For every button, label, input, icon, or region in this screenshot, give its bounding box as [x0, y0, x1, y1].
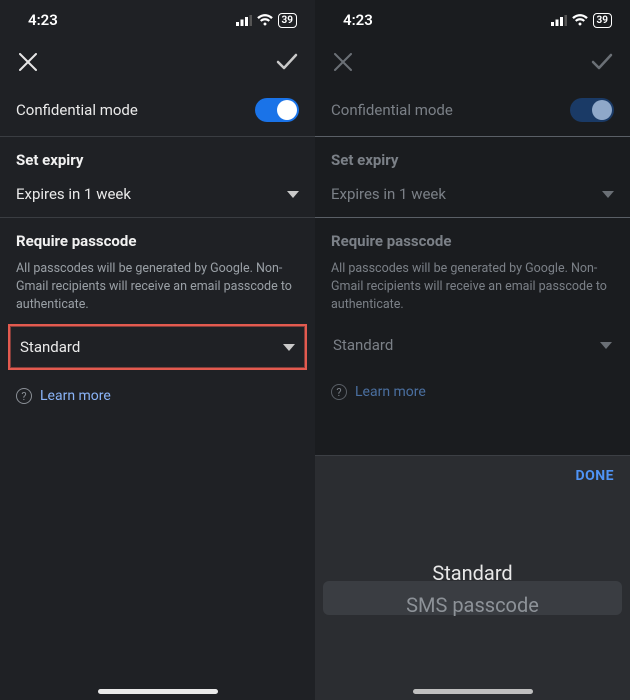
confidential-mode-label: Confidential mode [16, 101, 138, 119]
top-bar [0, 40, 315, 84]
help-icon: ? [16, 388, 32, 404]
passcode-description: All passcodes will be generated by Googl… [315, 256, 630, 324]
picker-toolbar: DONE [315, 456, 630, 496]
passcode-value: Standard [20, 338, 80, 356]
confidential-mode-row: Confidential mode [315, 84, 630, 137]
battery-indicator: 39 [278, 13, 297, 28]
learn-more-row: ? Learn more [0, 370, 315, 422]
chevron-down-icon [283, 344, 295, 351]
wifi-icon [572, 14, 588, 26]
passcode-title: Require passcode [315, 218, 630, 256]
passcode-description: All passcodes will be generated by Googl… [0, 256, 315, 324]
confirm-check-icon[interactable] [275, 50, 299, 74]
expiry-select[interactable]: Expires in 1 week [0, 175, 315, 218]
picker-option-standard[interactable]: Standard [432, 561, 512, 585]
battery-indicator: 39 [593, 13, 612, 28]
confidential-mode-row: Confidential mode [0, 84, 315, 137]
home-indicator[interactable] [98, 689, 218, 694]
status-bar: 4:23 39 [315, 0, 630, 40]
passcode-select[interactable]: Standard [323, 324, 622, 366]
passcode-section: Require passcode All passcodes will be g… [0, 218, 315, 370]
expiry-title: Set expiry [315, 137, 630, 175]
expiry-select[interactable]: Expires in 1 week [315, 175, 630, 218]
picker-option-sms[interactable]: SMS passcode [406, 593, 539, 617]
close-icon[interactable] [16, 50, 40, 74]
passcode-value: Standard [333, 336, 393, 354]
chevron-down-icon [602, 191, 614, 198]
confidential-mode-toggle[interactable] [255, 98, 299, 122]
signal-icon [551, 15, 567, 26]
expiry-value: Expires in 1 week [331, 185, 446, 203]
status-right: 39 [551, 13, 612, 28]
signal-icon [236, 15, 252, 26]
close-icon[interactable] [331, 50, 355, 74]
expiry-section: Set expiry Expires in 1 week [315, 137, 630, 218]
passcode-section: Require passcode All passcodes will be g… [315, 218, 630, 366]
status-right: 39 [236, 13, 297, 28]
status-time: 4:23 [28, 11, 58, 29]
screen-right: 4:23 39 Confidential mode Set expiry Exp… [315, 0, 630, 700]
picker-panel: DONE Standard SMS passcode [315, 455, 630, 700]
confidential-mode-label: Confidential mode [331, 101, 453, 119]
status-time: 4:23 [343, 11, 373, 29]
screen-left: 4:23 39 Confidential mode Set expiry Exp… [0, 0, 315, 700]
expiry-title: Set expiry [0, 137, 315, 175]
chevron-down-icon [287, 191, 299, 198]
learn-more-link[interactable]: Learn more [355, 384, 426, 400]
picker-done-button[interactable]: DONE [575, 468, 614, 484]
help-icon: ? [331, 384, 347, 400]
home-indicator[interactable] [413, 689, 533, 694]
confidential-mode-toggle[interactable] [570, 98, 614, 122]
passcode-title: Require passcode [0, 218, 315, 256]
passcode-select[interactable]: Standard [8, 324, 307, 370]
learn-more-link[interactable]: Learn more [40, 388, 111, 404]
learn-more-row: ? Learn more [315, 366, 630, 418]
expiry-section: Set expiry Expires in 1 week [0, 137, 315, 218]
expiry-value: Expires in 1 week [16, 185, 131, 203]
picker-wheel[interactable]: Standard SMS passcode [315, 496, 630, 700]
confirm-check-icon[interactable] [590, 50, 614, 74]
wifi-icon [257, 14, 273, 26]
top-bar [315, 40, 630, 84]
chevron-down-icon [600, 342, 612, 349]
status-bar: 4:23 39 [0, 0, 315, 40]
